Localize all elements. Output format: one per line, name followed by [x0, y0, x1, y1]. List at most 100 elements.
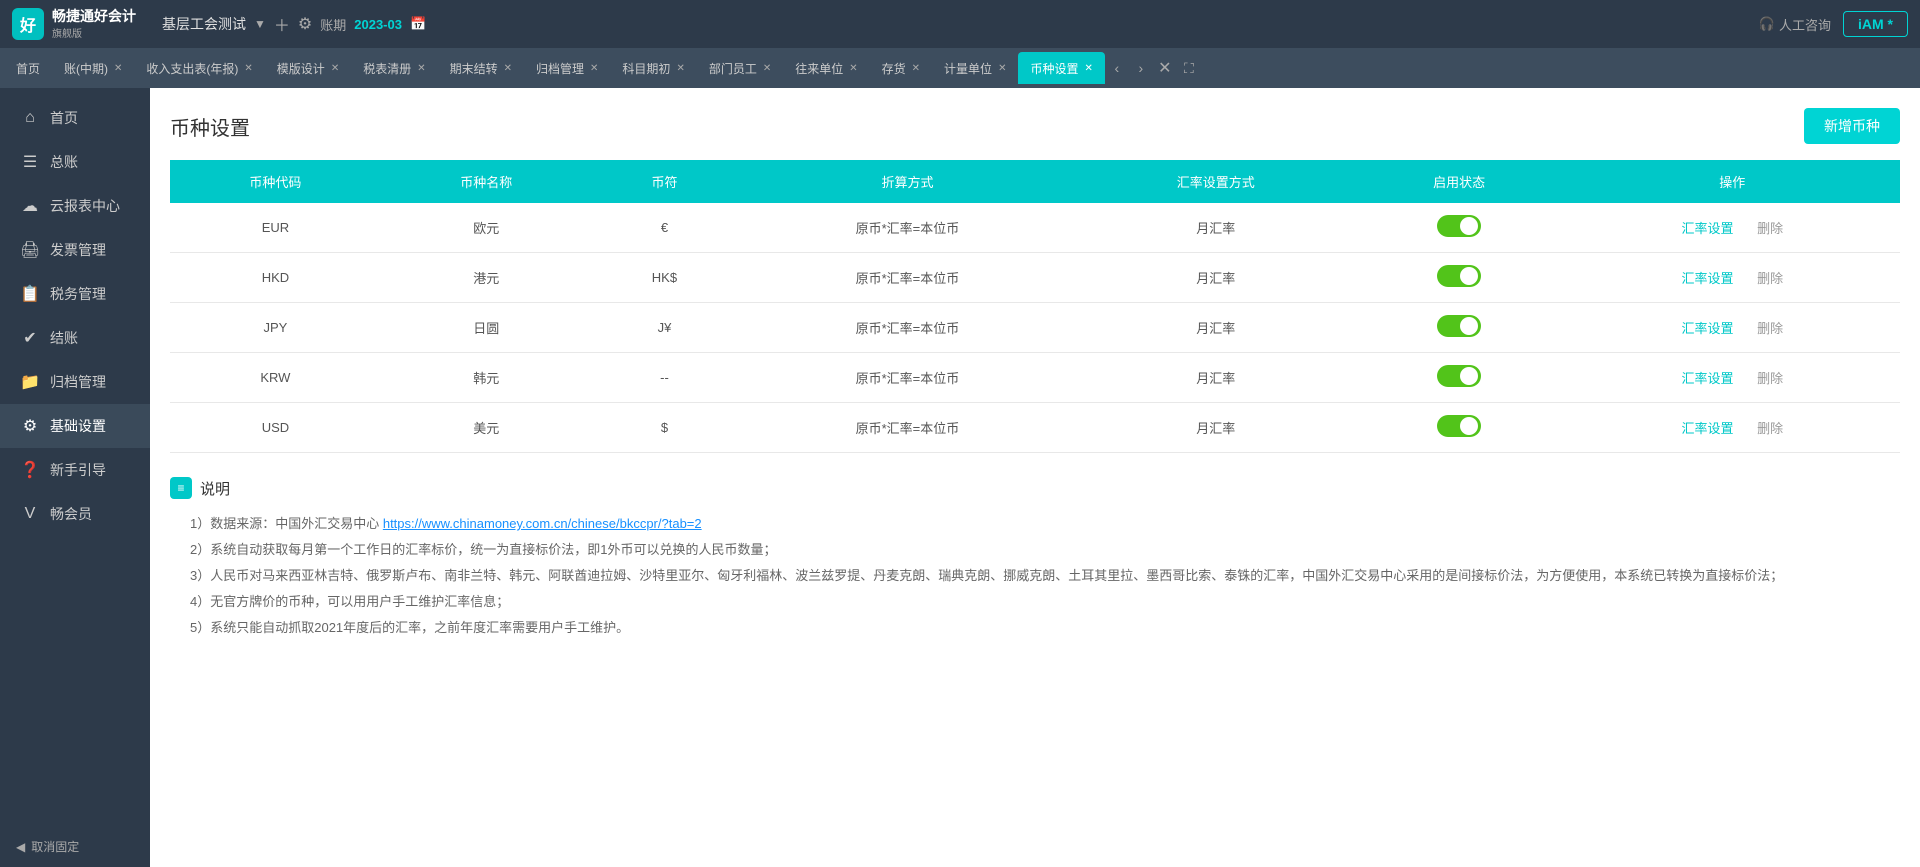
ledger-icon: ☰ — [20, 152, 40, 172]
sidebar-item-invoice[interactable]: 🖨 发票管理 — [0, 228, 150, 272]
sidebar-label-invoice: 发票管理 — [50, 240, 106, 260]
cell-action-4: 汇率设置 删除 — [1565, 403, 1900, 453]
sidebar-item-archive[interactable]: 📁 归档管理 — [0, 360, 150, 404]
tab-close-all-button[interactable]: ✕ — [1153, 56, 1177, 80]
tab-dept-staff[interactable]: 部门员工 ✕ — [697, 52, 783, 84]
iam-button[interactable]: iAM * — [1843, 11, 1908, 37]
company-dropdown-icon[interactable]: ▼ — [254, 17, 266, 31]
rate-settings-link-0[interactable]: 汇率设置 — [1681, 221, 1733, 236]
company-name: 基层工会测试 — [162, 14, 246, 34]
sidebar-label-ledger: 总账 — [50, 152, 78, 172]
note-item-0: 1）数据来源：中国外汇交易中心 https://www.chinamoney.c… — [190, 511, 1900, 537]
tab-income-report[interactable]: 收入支出表(年报) ✕ — [134, 52, 264, 84]
tab-ledger-mid[interactable]: 账(中期) ✕ — [52, 52, 134, 84]
rate-settings-link-2[interactable]: 汇率设置 — [1681, 321, 1733, 336]
note-item-3: 4）无官方牌价的币种，可以用用户手工维护汇率信息； — [190, 589, 1900, 615]
table-row: HKD 港元 HK$ 原币*汇率=本位币 月汇率 汇率设置 删除 — [170, 253, 1900, 303]
sidebar-item-member[interactable]: V 畅会员 — [0, 492, 150, 536]
table-header-row: 币种代码 币种名称 币符 折算方式 汇率设置方式 启用状态 操作 — [170, 160, 1900, 203]
tab-next-button[interactable]: › — [1129, 56, 1153, 80]
sidebar-item-tax[interactable]: 📋 税务管理 — [0, 272, 150, 316]
tab-contacts[interactable]: 往来单位 ✕ — [783, 52, 869, 84]
delete-link-4[interactable]: 删除 — [1757, 421, 1783, 436]
new-currency-button[interactable]: 新增币种 — [1804, 108, 1900, 144]
toggle-switch-1[interactable] — [1437, 265, 1481, 287]
cell-action-2: 汇率设置 删除 — [1565, 303, 1900, 353]
tab-inventory[interactable]: 存货 ✕ — [870, 52, 932, 84]
cell-code-3: KRW — [170, 353, 381, 403]
rate-settings-link-4[interactable]: 汇率设置 — [1681, 421, 1733, 436]
tab-label-dept-staff: 部门员工 — [709, 60, 757, 77]
cell-code-4: USD — [170, 403, 381, 453]
rate-settings-link-3[interactable]: 汇率设置 — [1681, 371, 1733, 386]
cell-rate-type-1: 月汇率 — [1078, 253, 1354, 303]
delete-link-0[interactable]: 删除 — [1757, 221, 1783, 236]
header-add-icon[interactable]: ＋ — [274, 12, 290, 36]
content-area: 币种设置 新增币种 币种代码 币种名称 币符 折算方式 汇率设置方式 启用状态 … — [150, 88, 1920, 867]
logo-text: 畅捷通好会计 — [52, 8, 136, 25]
tab-close-unit[interactable]: ✕ — [998, 63, 1006, 74]
sidebar-item-settings[interactable]: ⚙ 基础设置 — [0, 404, 150, 448]
toggle-switch-2[interactable] — [1437, 315, 1481, 337]
service-button[interactable]: 🎧 人工咨询 — [1759, 15, 1831, 34]
tab-period-transfer[interactable]: 期末结转 ✕ — [438, 52, 524, 84]
tab-close-income-report[interactable]: ✕ — [244, 63, 252, 74]
delete-link-1[interactable]: 删除 — [1757, 271, 1783, 286]
tab-tax-list[interactable]: 税表清册 ✕ — [351, 52, 437, 84]
tab-close-ledger-mid[interactable]: ✕ — [114, 63, 122, 74]
delete-link-3[interactable]: 删除 — [1757, 371, 1783, 386]
note-link[interactable]: https://www.chinamoney.com.cn/chinese/bk… — [383, 516, 702, 531]
calendar-icon[interactable]: 📅 — [410, 16, 426, 32]
cell-name-3: 韩元 — [381, 353, 592, 403]
tab-close-template[interactable]: ✕ — [331, 63, 339, 74]
service-label: 人工咨询 — [1779, 15, 1831, 34]
collapse-arrow-icon: ◀ — [16, 840, 25, 854]
tab-template[interactable]: 模版设计 ✕ — [265, 52, 351, 84]
toggle-switch-0[interactable] — [1437, 215, 1481, 237]
tab-prev-button[interactable]: ‹ — [1105, 56, 1129, 80]
sidebar-item-checkout[interactable]: ✔ 结账 — [0, 316, 150, 360]
tab-label-contacts: 往来单位 — [795, 60, 843, 77]
header-right: 🎧 人工咨询 iAM * — [1759, 11, 1908, 37]
sidebar-item-ledger[interactable]: ☰ 总账 — [0, 140, 150, 184]
toggle-switch-3[interactable] — [1437, 365, 1481, 387]
header-settings-icon[interactable]: ⚙ — [298, 14, 312, 34]
tab-close-archive-mgmt[interactable]: ✕ — [590, 63, 598, 74]
rate-settings-link-1[interactable]: 汇率设置 — [1681, 271, 1733, 286]
tab-close-subject-init[interactable]: ✕ — [676, 63, 684, 74]
sidebar-item-home[interactable]: ⌂ 首页 — [0, 96, 150, 140]
tab-close-tax-list[interactable]: ✕ — [417, 63, 425, 74]
tab-close-currency[interactable]: ✕ — [1084, 63, 1092, 74]
cell-symbol-3: -- — [592, 353, 738, 403]
tab-close-inventory[interactable]: ✕ — [912, 63, 920, 74]
tab-subject-init[interactable]: 科目期初 ✕ — [610, 52, 696, 84]
col-header-action: 操作 — [1565, 160, 1900, 203]
archive-icon: 📁 — [20, 372, 40, 392]
sidebar-collapse[interactable]: ◀ 取消固定 — [0, 826, 150, 867]
toggle-switch-4[interactable] — [1437, 415, 1481, 437]
tab-close-period-transfer[interactable]: ✕ — [504, 63, 512, 74]
tab-close-dept-staff[interactable]: ✕ — [763, 63, 771, 74]
guide-icon: ❓ — [20, 460, 40, 480]
cell-name-2: 日圆 — [381, 303, 592, 353]
tab-expand-button[interactable]: ⛶ — [1177, 56, 1201, 80]
sidebar-label-member: 畅会员 — [50, 504, 92, 524]
cell-rate-type-4: 月汇率 — [1078, 403, 1354, 453]
tab-home[interactable]: 首页 — [4, 52, 52, 84]
cell-rate-type-2: 月汇率 — [1078, 303, 1354, 353]
tab-unit[interactable]: 计量单位 ✕ — [932, 52, 1018, 84]
tab-archive-mgmt[interactable]: 归档管理 ✕ — [524, 52, 610, 84]
tab-label-archive-mgmt: 归档管理 — [536, 60, 584, 77]
tab-close-contacts[interactable]: ✕ — [849, 63, 857, 74]
col-header-name: 币种名称 — [381, 160, 592, 203]
tab-currency[interactable]: 币种设置 ✕ — [1018, 52, 1104, 84]
sidebar-item-guide[interactable]: ❓ 新手引导 — [0, 448, 150, 492]
sidebar-label-tax: 税务管理 — [50, 284, 106, 304]
cell-toggle-1 — [1354, 253, 1565, 303]
cell-symbol-4: $ — [592, 403, 738, 453]
checkout-icon: ✔ — [20, 328, 40, 348]
sidebar-item-report[interactable]: ☁ 云报表中心 — [0, 184, 150, 228]
member-icon: V — [20, 505, 40, 523]
delete-link-2[interactable]: 删除 — [1757, 321, 1783, 336]
cell-code-0: EUR — [170, 203, 381, 253]
